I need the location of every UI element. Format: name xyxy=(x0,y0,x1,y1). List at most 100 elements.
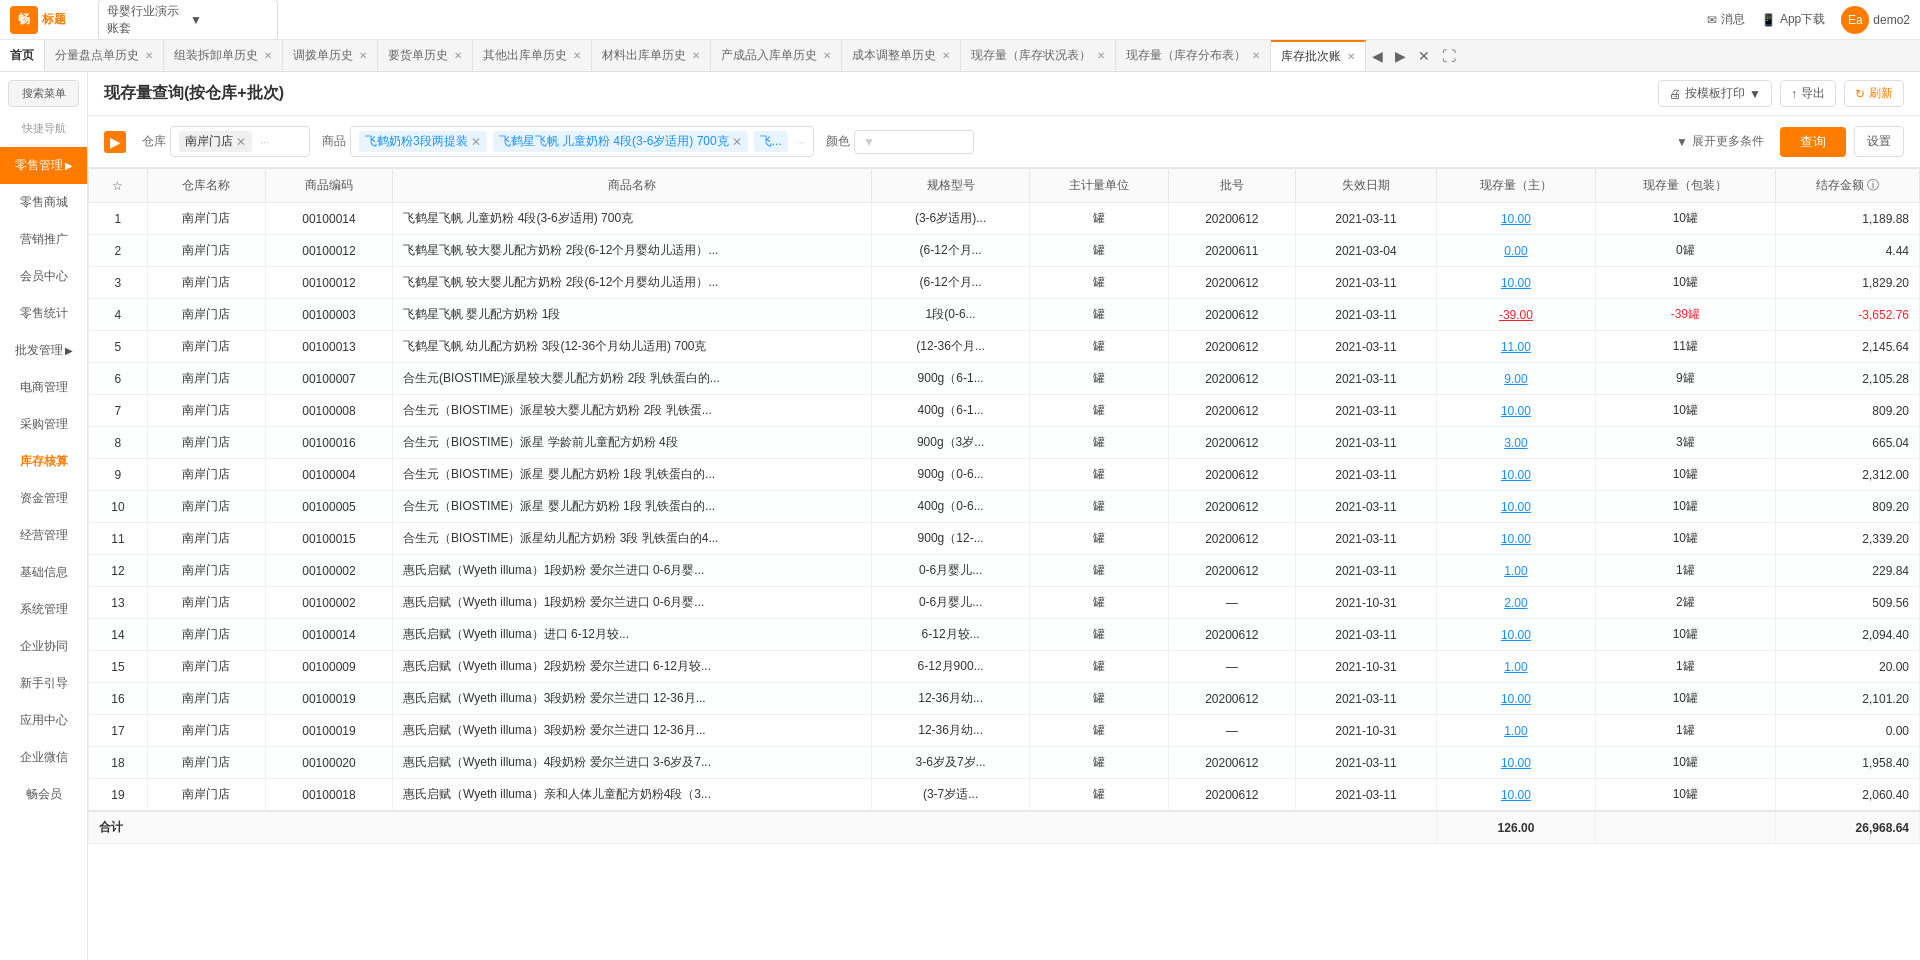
cell-name: 惠氏启赋（Wyeth illuma）3段奶粉 爱尔兰进口 12-36月... xyxy=(393,715,872,747)
tab-zuzhuangchaijian[interactable]: 组装拆卸单历史 ✕ xyxy=(164,40,283,72)
color-input[interactable]: ▼ xyxy=(854,130,974,154)
close-icon[interactable]: ✕ xyxy=(471,135,481,149)
sidebar-item-retail-shop[interactable]: 零售商城 xyxy=(4,186,83,219)
cell-warehouse: 南岸门店 xyxy=(147,523,265,555)
cell-code: 00100018 xyxy=(265,779,392,812)
logo-icon: 畅 xyxy=(10,6,38,34)
sidebar-item-finance[interactable]: 资金管理 xyxy=(4,482,83,515)
sidebar-nav-label[interactable]: 快捷导航 xyxy=(0,115,87,142)
tab-diaobodanls[interactable]: 调拨单历史 ✕ xyxy=(283,40,378,72)
logo-text: 标题 xyxy=(42,11,66,28)
tab-fenliangpandian[interactable]: 分量盘点单历史 ✕ xyxy=(45,40,164,72)
warehouse-input[interactable]: 南岸门店 ✕ ··· xyxy=(170,126,310,157)
sidebar-item-operation[interactable]: 经营管理 xyxy=(4,519,83,552)
sidebar-item-member[interactable]: 会员中心 xyxy=(4,260,83,293)
close-icon[interactable]: ✕ xyxy=(573,50,581,61)
warehouse-filter: 仓库 南岸门店 ✕ ··· xyxy=(142,126,310,157)
cell-spec: 6-12月900... xyxy=(872,651,1030,683)
setting-button[interactable]: 设置 xyxy=(1854,126,1904,157)
cell-warehouse: 南岸门店 xyxy=(147,459,265,491)
cell-stock-main: 10.00 xyxy=(1436,267,1595,299)
expand-conditions-btn[interactable]: ▼ 展开更多条件 xyxy=(1668,129,1772,154)
sidebar-item-wholesale[interactable]: 批发管理 ▶ xyxy=(4,334,83,367)
sidebar-divider xyxy=(8,144,79,145)
color-label: 颜色 xyxy=(826,133,850,150)
sidebar-item-member2[interactable]: 畅会员 xyxy=(4,778,83,811)
tab-chengben[interactable]: 成本调整单历史 ✕ xyxy=(842,40,961,72)
close-icon[interactable]: ✕ xyxy=(732,135,742,149)
close-icon[interactable]: ✕ xyxy=(1347,51,1355,62)
close-icon[interactable]: ✕ xyxy=(1252,50,1260,61)
message-btn[interactable]: ✉ 消息 xyxy=(1707,11,1745,28)
product-input[interactable]: 飞鹤奶粉3段两提装 ✕ 飞鹤星飞帆 儿童奶粉 4段(3-6岁适用) 700克 ✕… xyxy=(350,126,814,157)
tab-home[interactable]: 首页 xyxy=(0,40,45,72)
sidebar-item-system[interactable]: 系统管理 xyxy=(4,593,83,626)
cell-stock-pkg: 1罐 xyxy=(1596,715,1776,747)
cell-batch: 20200612 xyxy=(1168,299,1295,331)
cell-spec: (3-7岁适... xyxy=(872,779,1030,812)
sidebar-item-purchase[interactable]: 采购管理 xyxy=(4,408,83,441)
close-icon[interactable]: ✕ xyxy=(454,50,462,61)
sidebar-item-wechat[interactable]: 企业微信 xyxy=(4,741,83,774)
sidebar-item-marketing[interactable]: 营销推广 xyxy=(4,223,83,256)
close-icon[interactable]: ✕ xyxy=(1097,50,1105,61)
org-selector[interactable]: 母婴行业演示账套 ▼ xyxy=(98,0,278,41)
export-button[interactable]: ↑ 导出 xyxy=(1780,80,1836,107)
sidebar-item-base[interactable]: 基础信息 xyxy=(4,556,83,589)
tab-yaohuo[interactable]: 要货单历史 ✕ xyxy=(378,40,473,72)
search-menu-btn[interactable]: 搜索菜单 xyxy=(8,80,79,107)
cell-no: 6 xyxy=(89,363,148,395)
cell-amount: 1,829.20 xyxy=(1775,267,1919,299)
cell-code: 00100009 xyxy=(265,651,392,683)
user-profile[interactable]: Ea demo2 xyxy=(1841,6,1910,34)
search-button[interactable]: 查询 xyxy=(1780,127,1846,157)
sidebar-search-section: 搜索菜单 xyxy=(0,72,87,115)
refresh-button[interactable]: ↻ 刷新 xyxy=(1844,80,1904,107)
tab-more[interactable]: ✕ xyxy=(1412,40,1436,72)
close-icon[interactable]: ✕ xyxy=(236,135,246,149)
cell-no: 1 xyxy=(89,203,148,235)
print-button[interactable]: 🖨 按模板打印 ▼ xyxy=(1658,80,1772,107)
close-icon[interactable]: ✕ xyxy=(823,50,831,61)
cell-expire: 2021-03-11 xyxy=(1295,683,1436,715)
sidebar-item-inventory[interactable]: 库存核算 xyxy=(4,445,83,478)
tab-expand[interactable]: ⛶ xyxy=(1436,40,1462,72)
tab-cailiao-chu[interactable]: 材料出库单历史 ✕ xyxy=(592,40,711,72)
close-icon[interactable]: ✕ xyxy=(359,50,367,61)
cell-spec: 12-36月幼... xyxy=(872,715,1030,747)
download-btn[interactable]: 📱 App下载 xyxy=(1761,11,1825,28)
footer-stock-pkg xyxy=(1596,811,1776,844)
sidebar-item-retail-stats[interactable]: 零售统计 xyxy=(4,297,83,330)
top-right-actions: ✉ 消息 📱 App下载 Ea demo2 xyxy=(1707,6,1910,34)
cell-code: 00100002 xyxy=(265,587,392,619)
table-header-row: ☆ 仓库名称 商品编码 商品名称 规格型号 主计量单位 批号 失效日期 现存量（… xyxy=(89,169,1920,203)
cell-amount: 2,094.40 xyxy=(1775,619,1919,651)
close-icon[interactable]: ✕ xyxy=(264,50,272,61)
tab-kucun-pici[interactable]: 库存批次账 ✕ xyxy=(1271,40,1366,72)
table-row: 3 南岸门店 00100012 飞鹤星飞帆 较大婴儿配方奶粉 2段(6-12个月… xyxy=(89,267,1920,299)
cell-stock-main: 1.00 xyxy=(1436,715,1595,747)
tab-xiancun-status[interactable]: 现存量（库存状况表） ✕ xyxy=(961,40,1116,72)
sidebar-item-ecommerce[interactable]: 电商管理 xyxy=(4,371,83,404)
cell-warehouse: 南岸门店 xyxy=(147,267,265,299)
close-icon[interactable]: ✕ xyxy=(942,50,950,61)
expand-sidebar-btn[interactable]: ▶ xyxy=(104,131,126,153)
tab-scroll-left[interactable]: ◀ xyxy=(1366,40,1389,72)
cell-name: 惠氏启赋（Wyeth illuma）3段奶粉 爱尔兰进口 12-36月... xyxy=(393,683,872,715)
cell-no: 3 xyxy=(89,267,148,299)
tab-xiancun-dist[interactable]: 现存量（库存分布表） ✕ xyxy=(1116,40,1271,72)
sidebar-item-guide[interactable]: 新手引导 xyxy=(4,667,83,700)
sidebar-item-enterprise[interactable]: 企业协同 xyxy=(4,630,83,663)
tab-qita-chu[interactable]: 其他出库单历史 ✕ xyxy=(473,40,592,72)
close-icon[interactable]: ✕ xyxy=(145,50,153,61)
cell-unit: 罐 xyxy=(1030,331,1169,363)
sidebar-item-retail[interactable]: 零售管理 ▶ xyxy=(0,147,87,184)
table-row: 5 南岸门店 00100013 飞鹤星飞帆 幼儿配方奶粉 3段(12-36个月幼… xyxy=(89,331,1920,363)
sidebar-item-appstore[interactable]: 应用中心 xyxy=(4,704,83,737)
export-icon: ↑ xyxy=(1791,87,1797,101)
cell-stock-main: 10.00 xyxy=(1436,747,1595,779)
close-icon[interactable]: ✕ xyxy=(692,50,700,61)
tab-chengpin-ru[interactable]: 产成品入库单历史 ✕ xyxy=(711,40,842,72)
tab-scroll-right[interactable]: ▶ xyxy=(1389,40,1412,72)
col-batch: 批号 xyxy=(1168,169,1295,203)
